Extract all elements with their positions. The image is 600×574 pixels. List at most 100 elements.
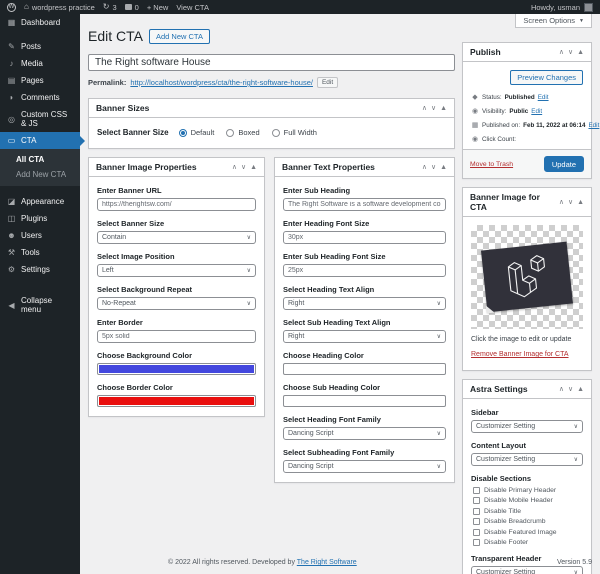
- view-cta-menu[interactable]: View CTA: [176, 3, 209, 12]
- sidebar-subitem-all-cta[interactable]: All CTA: [0, 152, 80, 167]
- background-color-picker-label: Choose Background Color: [97, 351, 193, 360]
- checkbox-disable-mobile-header[interactable]: Disable Mobile Header: [473, 497, 583, 504]
- new-content-menu[interactable]: + New: [147, 3, 168, 12]
- site-name-menu[interactable]: ⌂ wordpress practice: [24, 3, 95, 12]
- sidebar-item-label: CTA: [21, 136, 37, 145]
- footer-credit-link[interactable]: The Right Software: [297, 559, 357, 566]
- preview-changes-button[interactable]: Preview Changes: [510, 70, 583, 85]
- edit-link[interactable]: Edit: [538, 94, 549, 101]
- background-repeat-select-label: Select Background Repeat: [97, 285, 193, 294]
- sidebar-item-media[interactable]: ♪ Media: [0, 55, 80, 72]
- checkbox-label: Disable Title: [484, 507, 522, 515]
- edit-link[interactable]: Edit: [531, 108, 542, 115]
- collapse-menu-button[interactable]: ◀ Collapse menu: [0, 292, 80, 318]
- sidebar-item-comments[interactable]: ◗ Comments: [0, 89, 80, 106]
- sidebar-item-tools[interactable]: ⚒ Tools: [0, 244, 80, 261]
- avatar[interactable]: [584, 2, 593, 12]
- eye-icon: ◉: [471, 108, 479, 115]
- remove-banner-image-link[interactable]: Remove Banner Image for CTA: [471, 351, 569, 358]
- sub-heading-align-select[interactable]: Right ∨: [283, 330, 446, 343]
- move-up-icon[interactable]: ∧: [559, 49, 564, 56]
- move-up-icon[interactable]: ∧: [422, 164, 427, 171]
- wordpress-logo-menu[interactable]: W: [7, 2, 16, 12]
- sidebar-item-pages[interactable]: ▤ Pages: [0, 72, 80, 89]
- permalink-url-link[interactable]: http://localhost/wordpress/cta/the-right…: [130, 78, 313, 87]
- move-down-icon[interactable]: ∨: [568, 386, 573, 393]
- comments-menu[interactable]: 0: [124, 3, 139, 12]
- panel-title: Banner Image for CTA: [470, 192, 540, 212]
- sidebar-subitem-add-new-cta[interactable]: Add New CTA: [0, 167, 80, 182]
- sidebar-item-custom-css-js[interactable]: ◎ Custom CSS & JS: [0, 106, 80, 132]
- move-up-icon[interactable]: ∧: [422, 105, 427, 112]
- chevron-down-icon: ∨: [436, 334, 441, 340]
- banner-url-input-field: Enter Banner URL: [97, 186, 256, 211]
- toggle-panel-icon[interactable]: ▲: [577, 199, 584, 206]
- toggle-panel-icon[interactable]: ▲: [577, 49, 584, 56]
- checkbox-disable-primary-header[interactable]: Disable Primary Header: [473, 486, 583, 494]
- add-new-cta-button[interactable]: Add New CTA: [148, 28, 210, 44]
- sidebar-item-cta[interactable]: ▭ CTA: [0, 132, 85, 149]
- sub-heading-font-size-input[interactable]: [283, 264, 446, 277]
- banner-url-input[interactable]: [97, 198, 256, 211]
- howdy-menu[interactable]: Howdy, usman: [531, 3, 580, 12]
- move-down-icon[interactable]: ∨: [241, 164, 246, 171]
- move-up-icon[interactable]: ∧: [559, 199, 564, 206]
- banner-size-radio-default[interactable]: Default: [178, 128, 214, 137]
- heading-font-size-input[interactable]: [283, 231, 446, 244]
- sidebar-item-dashboard[interactable]: ▦ Dashboard: [0, 14, 80, 31]
- sub-heading-input[interactable]: [283, 198, 446, 211]
- move-down-icon[interactable]: ∨: [431, 105, 436, 112]
- checkbox-disable-breadcrumb[interactable]: Disable Breadcrumb: [473, 518, 583, 525]
- chevron-down-icon: ∨: [573, 457, 578, 463]
- sidebar-item-appearance[interactable]: ◪ Appearance: [0, 193, 80, 210]
- post-title-input[interactable]: [88, 54, 455, 71]
- background-repeat-select[interactable]: No-Repeat ∨: [97, 297, 256, 310]
- screen-options-tab[interactable]: Screen Options ▼: [515, 14, 592, 28]
- gear-icon: ⚙: [7, 265, 16, 274]
- sidebar-setting-select[interactable]: Customizer Setting ∨: [471, 420, 583, 433]
- updates-menu[interactable]: ↻ 3: [103, 3, 117, 12]
- banner-size-radio-full-width[interactable]: Full Width: [271, 128, 317, 137]
- toggle-panel-icon[interactable]: ▲: [577, 386, 584, 393]
- border-color-picker[interactable]: [97, 395, 256, 407]
- sidebar-item-users[interactable]: ☻ Users: [0, 227, 80, 244]
- heading-align-select[interactable]: Right ∨: [283, 297, 446, 310]
- heading-font-family-select[interactable]: Dancing Script ∨: [283, 427, 446, 440]
- toggle-panel-icon[interactable]: ▲: [440, 105, 447, 112]
- sidebar-item-plugins[interactable]: ◫ Plugins: [0, 210, 80, 227]
- checkbox-disable-title[interactable]: Disable Title: [473, 507, 583, 515]
- content-layout-select[interactable]: Customizer Setting ∨: [471, 453, 583, 466]
- move-up-icon[interactable]: ∧: [232, 164, 237, 171]
- checkbox-disable-featured-image[interactable]: Disable Featured Image: [473, 528, 583, 536]
- sidebar-item-label: Users: [21, 231, 42, 240]
- sub-heading-color-picker[interactable]: [283, 395, 446, 407]
- banner-size-radio-boxed[interactable]: Boxed: [226, 128, 260, 137]
- toggle-panel-icon[interactable]: ▲: [250, 164, 257, 171]
- transparent-header-select[interactable]: Customizer Setting ∨: [471, 566, 583, 574]
- sidebar-item-settings[interactable]: ⚙ Settings: [0, 261, 80, 278]
- subheading-font-family-select[interactable]: Dancing Script ∨: [283, 460, 446, 473]
- toggle-panel-icon[interactable]: ▲: [440, 164, 447, 171]
- checkbox-label: Disable Primary Header: [484, 486, 557, 494]
- move-up-icon[interactable]: ∧: [559, 386, 564, 393]
- banner-size-select[interactable]: Contain ∨: [97, 231, 256, 244]
- meta-label: Visibility:: [482, 107, 507, 115]
- move-down-icon[interactable]: ∨: [568, 199, 573, 206]
- banner-sizes-panel: Banner Sizes ∧ ∨ ▲ Select Banner Size De…: [88, 98, 455, 149]
- admin-bar: W ⌂ wordpress practice ↻ 3 0 + New View …: [0, 0, 600, 14]
- banner-image-thumbnail[interactable]: [471, 225, 583, 329]
- sidebar-item-label: Dashboard: [21, 18, 61, 27]
- image-position-select[interactable]: Left ∨: [97, 264, 256, 277]
- heading-color-picker[interactable]: [283, 363, 446, 375]
- move-down-icon[interactable]: ∨: [568, 49, 573, 56]
- move-to-trash-link[interactable]: Move to Trash: [470, 161, 513, 168]
- sidebar-item-posts[interactable]: ✎ Posts: [0, 38, 80, 55]
- checkbox-disable-footer[interactable]: Disable Footer: [473, 539, 583, 546]
- edit-link[interactable]: Edit: [588, 122, 599, 129]
- background-color-picker[interactable]: [97, 363, 256, 375]
- move-down-icon[interactable]: ∨: [431, 164, 436, 171]
- permalink-edit-button[interactable]: Edit: [316, 77, 339, 88]
- sub-heading-color-picker-field: Choose Sub Heading Color: [283, 383, 446, 407]
- update-button[interactable]: Update: [543, 156, 584, 172]
- border-input[interactable]: [97, 330, 256, 343]
